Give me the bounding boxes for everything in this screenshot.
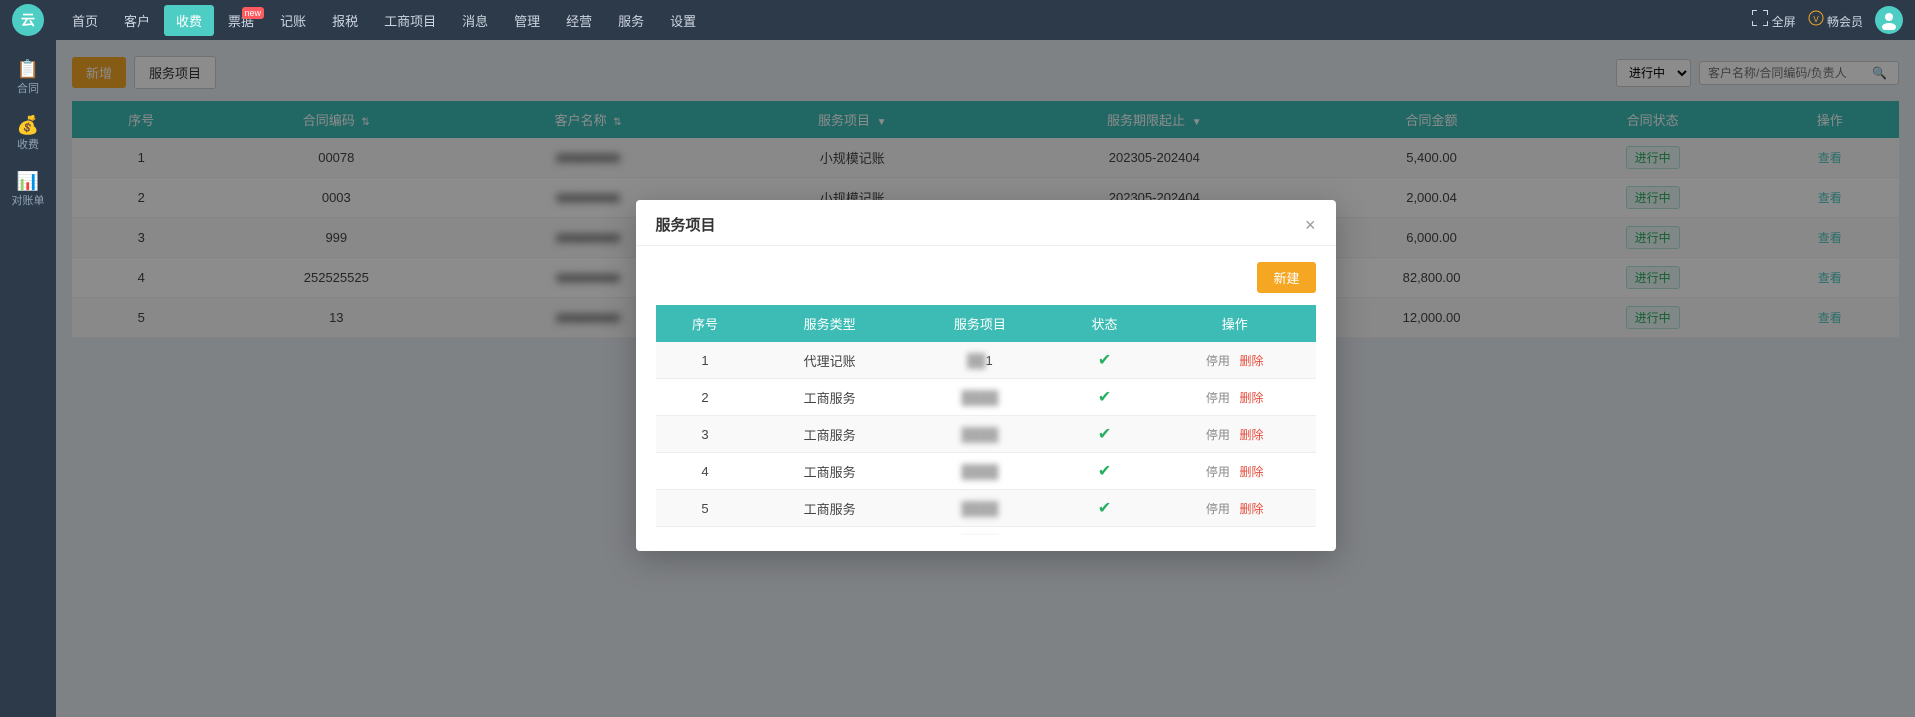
reconcile-icon: 📊 [17, 172, 39, 190]
main-content: 新增 服务项目 进行中 全部 已终止 🔍 序号 合同编 [56, 40, 1915, 717]
status-check-icon: ✔ [1098, 463, 1111, 480]
modal-cell-seq: 6 [656, 527, 755, 536]
vip-label[interactable]: V 畅会员 [1808, 10, 1863, 30]
modal-col-status: 状态 [1055, 305, 1154, 342]
nav-operation[interactable]: 经营 [554, 5, 604, 36]
nav-tax[interactable]: 报税 [320, 5, 370, 36]
modal-col-seq: 序号 [656, 305, 755, 342]
modal-cell-action: 停用 删除 [1154, 416, 1316, 453]
stop-button[interactable]: 停用 [1206, 465, 1230, 479]
modal-cell-item: ████ [905, 416, 1055, 453]
nav-home[interactable]: 首页 [60, 5, 110, 36]
sidebar-item-contract[interactable]: 📋 合同 [3, 52, 53, 104]
modal-cell-seq: 4 [656, 453, 755, 490]
modal-new-button[interactable]: 新建 [1257, 262, 1315, 293]
service-items-modal: 服务项目 × 新建 序号 服务类型 服务项目 [636, 200, 1336, 551]
stop-button[interactable]: 停用 [1206, 391, 1230, 405]
nav-billing[interactable]: 收费 [164, 5, 214, 36]
sidebar-item-reconcile[interactable]: 📊 对账单 [3, 164, 53, 216]
stop-button[interactable]: 停用 [1206, 354, 1230, 368]
modal-cell-action: 停用 删除 [1154, 527, 1316, 536]
modal-cell-status: ✔ [1055, 342, 1154, 379]
delete-button[interactable]: 删除 [1240, 354, 1264, 368]
stop-button[interactable]: 停用 [1206, 428, 1230, 442]
top-navigation: 云 首页 客户 收费 票据 new 记账 报税 工商项目 消息 管理 经营 服务… [0, 0, 1915, 40]
delete-button[interactable]: 删除 [1240, 391, 1264, 405]
modal-cell-action: 停用 删除 [1154, 379, 1316, 416]
avatar[interactable] [1875, 6, 1903, 34]
modal-cell-status: ✔ [1055, 527, 1154, 536]
svg-text:云: 云 [21, 12, 35, 28]
modal-overlay: 服务项目 × 新建 序号 服务类型 服务项目 [56, 40, 1915, 717]
stop-button[interactable]: 停用 [1206, 502, 1230, 516]
modal-title: 服务项目 [656, 214, 716, 235]
modal-table: 序号 服务类型 服务项目 状态 操作 1 代理记账 ██1 ✔ [656, 305, 1316, 535]
nav-invoice[interactable]: 票据 new [216, 5, 266, 36]
modal-cell-action: 停用 删除 [1154, 342, 1316, 379]
modal-cell-item: ██1 [905, 342, 1055, 379]
modal-cell-item: ████ [905, 453, 1055, 490]
status-check-icon: ✔ [1098, 500, 1111, 517]
modal-cell-type: 工商服务 [754, 453, 904, 490]
list-item: 2 工商服务 ████ ✔ 停用 删除 [656, 379, 1316, 416]
delete-button[interactable]: 删除 [1240, 465, 1264, 479]
billing-icon: 💰 [17, 116, 39, 134]
contract-icon: 📋 [17, 60, 39, 78]
delete-button[interactable]: 删除 [1240, 502, 1264, 516]
sidebar: 📋 合同 💰 收费 📊 对账单 [0, 40, 56, 717]
modal-cell-type: 工商服务 [754, 527, 904, 536]
modal-cell-item: ████ [905, 490, 1055, 527]
modal-toolbar: 新建 [656, 262, 1316, 293]
nav-message[interactable]: 消息 [450, 5, 500, 36]
list-item: 4 工商服务 ████ ✔ 停用 删除 [656, 453, 1316, 490]
list-item: 6 工商服务 ████ ✔ 停用 删除 [656, 527, 1316, 536]
modal-cell-status: ✔ [1055, 490, 1154, 527]
modal-cell-type: 代理记账 [754, 342, 904, 379]
svg-text:V: V [1813, 15, 1819, 24]
modal-header: 服务项目 × [636, 200, 1336, 246]
modal-cell-action: 停用 删除 [1154, 490, 1316, 527]
modal-cell-seq: 5 [656, 490, 755, 527]
modal-cell-type: 工商服务 [754, 416, 904, 453]
list-item: 3 工商服务 ████ ✔ 停用 删除 [656, 416, 1316, 453]
modal-cell-type: 工商服务 [754, 379, 904, 416]
modal-cell-seq: 3 [656, 416, 755, 453]
right-tools: 全屏 V 畅会员 [1752, 6, 1903, 34]
modal-cell-status: ✔ [1055, 379, 1154, 416]
new-badge: new [242, 7, 265, 19]
status-check-icon: ✔ [1098, 352, 1111, 369]
modal-cell-type: 工商服务 [754, 490, 904, 527]
modal-close-button[interactable]: × [1305, 216, 1316, 234]
modal-scroll-area[interactable]: 序号 服务类型 服务项目 状态 操作 1 代理记账 ██1 ✔ [656, 305, 1316, 535]
nav-bookkeeping[interactable]: 记账 [268, 5, 318, 36]
modal-col-type: 服务类型 [754, 305, 904, 342]
fullscreen-btn[interactable]: 全屏 [1752, 10, 1795, 30]
list-item: 1 代理记账 ██1 ✔ 停用 删除 [656, 342, 1316, 379]
app-logo: 云 [12, 4, 44, 36]
sidebar-item-billing[interactable]: 💰 收费 [3, 108, 53, 160]
delete-button[interactable]: 删除 [1240, 428, 1264, 442]
modal-cell-status: ✔ [1055, 453, 1154, 490]
nav-service[interactable]: 服务 [606, 5, 656, 36]
status-check-icon: ✔ [1098, 426, 1111, 443]
modal-col-item: 服务项目 [905, 305, 1055, 342]
modal-cell-seq: 1 [656, 342, 755, 379]
nav-settings[interactable]: 设置 [658, 5, 708, 36]
nav-items: 首页 客户 收费 票据 new 记账 报税 工商项目 消息 管理 经营 服务 设… [60, 5, 1752, 36]
nav-manage[interactable]: 管理 [502, 5, 552, 36]
list-item: 5 工商服务 ████ ✔ 停用 删除 [656, 490, 1316, 527]
modal-cell-status: ✔ [1055, 416, 1154, 453]
modal-body: 新建 序号 服务类型 服务项目 状态 操作 [636, 246, 1336, 551]
modal-cell-seq: 2 [656, 379, 755, 416]
nav-customer[interactable]: 客户 [112, 5, 162, 36]
nav-business[interactable]: 工商项目 [372, 5, 448, 36]
modal-cell-item: ████ [905, 527, 1055, 536]
modal-cell-item: ████ [905, 379, 1055, 416]
modal-col-action: 操作 [1154, 305, 1316, 342]
status-check-icon: ✔ [1098, 389, 1111, 406]
modal-cell-action: 停用 删除 [1154, 453, 1316, 490]
